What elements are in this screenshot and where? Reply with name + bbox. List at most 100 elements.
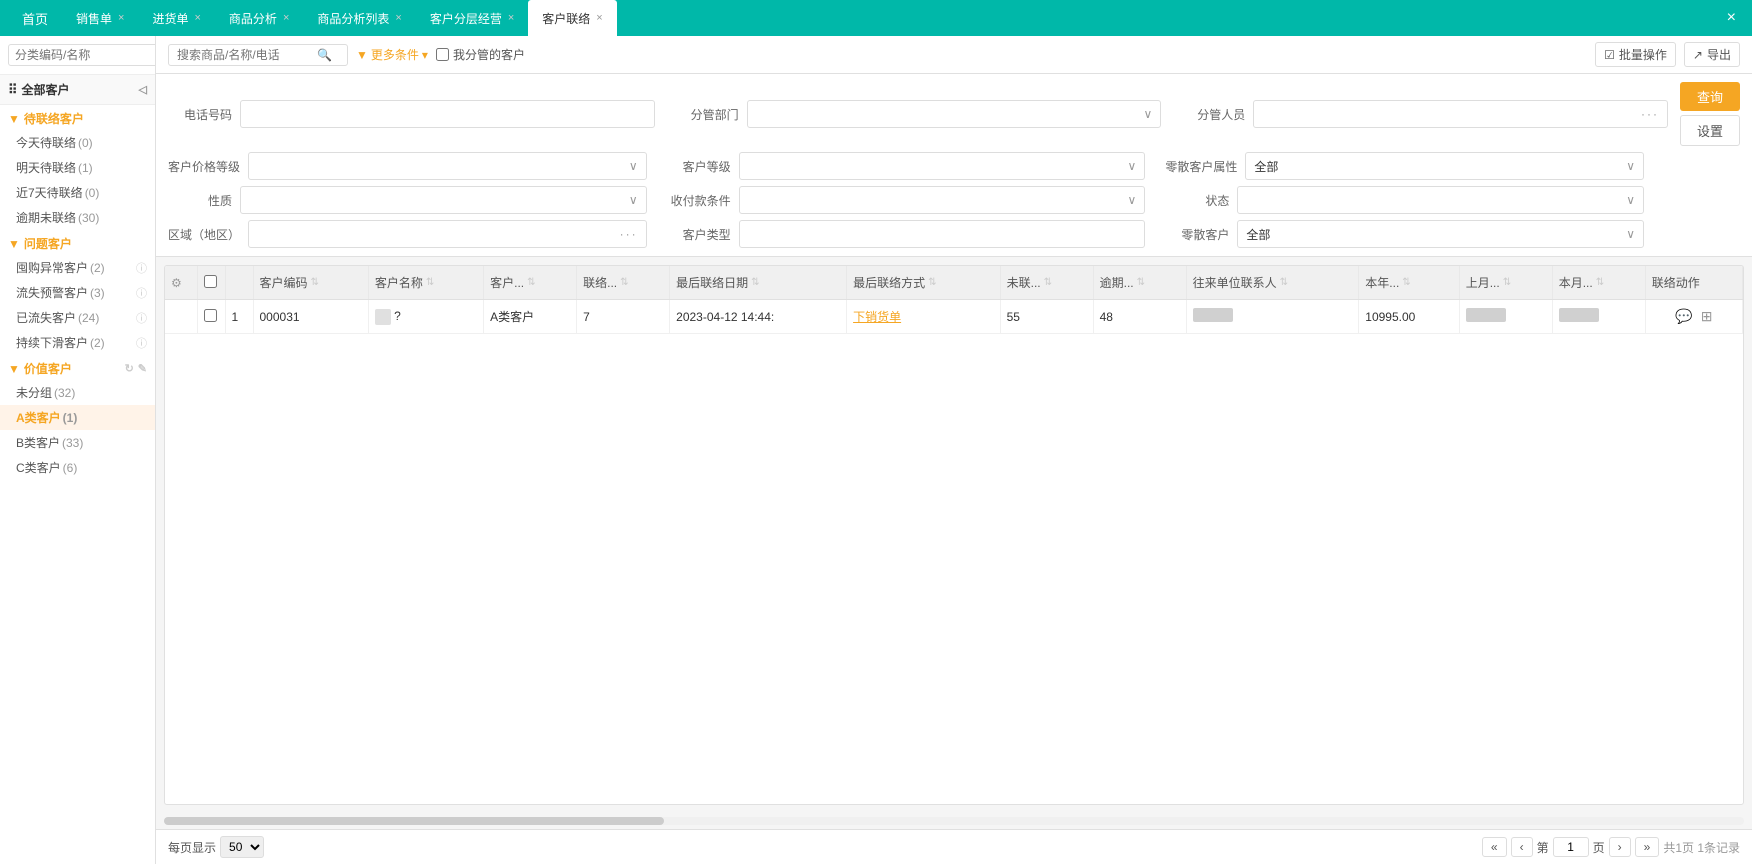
close-sales-tab[interactable]: × xyxy=(118,12,124,24)
info-icon-1[interactable]: ⓘ xyxy=(136,260,147,276)
sidebar-search-input[interactable] xyxy=(8,44,156,66)
close-customer-segmentation-tab[interactable]: × xyxy=(508,12,514,24)
query-button[interactable]: 查询 xyxy=(1680,82,1740,111)
filter-more-button[interactable]: ▼ 更多条件 ▾ xyxy=(356,46,428,63)
sidebar-item-7days-pending[interactable]: 近7天待联络 (0) xyxy=(0,180,155,205)
info-icon-3[interactable]: ⓘ xyxy=(136,310,147,326)
customer-level-select[interactable]: ∨ xyxy=(739,152,1146,180)
close-product-analysis-list-tab[interactable]: × xyxy=(395,12,401,24)
page-number-input[interactable] xyxy=(1553,837,1589,857)
sidebar-item-tomorrow-pending[interactable]: 明天待联络 (1) xyxy=(0,155,155,180)
retail-customer-select[interactable]: 全部 ∨ xyxy=(1237,220,1644,248)
sort-icon-last-month[interactable]: ⇅ xyxy=(1503,277,1511,288)
close-purchase-tab[interactable]: × xyxy=(194,12,200,24)
qr-action-icon[interactable]: ⊞ xyxy=(1701,308,1713,325)
customer-table: ⚙ 客户编码 ⇅ xyxy=(165,266,1743,334)
info-icon-4[interactable]: ⓘ xyxy=(136,335,147,351)
collapse-sidebar-icon[interactable]: ◁ xyxy=(139,83,147,96)
customer-type-input[interactable] xyxy=(739,220,1146,248)
nav-sales[interactable]: 销售单 × xyxy=(62,0,138,36)
sidebar-item-declining[interactable]: 持续下滑客户 (2) ⓘ xyxy=(0,330,155,355)
nav-product-analysis[interactable]: 商品分析 × xyxy=(215,0,303,36)
sort-icon-code[interactable]: ⇅ xyxy=(311,277,319,288)
td-customer-type: A类客户 xyxy=(484,300,577,334)
close-product-analysis-tab[interactable]: × xyxy=(283,12,289,24)
sidebar-item-churn-warning[interactable]: 流失预警客户 (3) ⓘ xyxy=(0,280,155,305)
sort-icon-unit[interactable]: ⇅ xyxy=(1280,277,1288,288)
td-index: 1 xyxy=(225,300,253,334)
close-customer-contact-tab[interactable]: × xyxy=(596,12,602,24)
horizontal-scrollbar[interactable] xyxy=(164,817,1744,825)
refresh-icon[interactable]: ↻ xyxy=(125,362,134,375)
last-page-button[interactable]: » xyxy=(1635,837,1660,857)
nav-customer-segmentation[interactable]: 客户分层经营 × xyxy=(416,0,528,36)
sort-icon-method[interactable]: ⇅ xyxy=(928,277,936,288)
sort-icon-year[interactable]: ⇅ xyxy=(1402,277,1410,288)
select-all-checkbox[interactable] xyxy=(204,275,217,288)
edit-icon[interactable]: ✎ xyxy=(138,362,147,375)
info-icon-2[interactable]: ⓘ xyxy=(136,285,147,301)
sidebar-item-churned[interactable]: 已流失客户 (24) ⓘ xyxy=(0,305,155,330)
batch-operation-button[interactable]: ☑ 批量操作 xyxy=(1595,42,1676,67)
my-customers-check[interactable] xyxy=(436,48,449,61)
sort-icon-current-month[interactable]: ⇅ xyxy=(1596,277,1604,288)
sidebar-item-unclassified[interactable]: 未分组 (32) xyxy=(0,380,155,405)
payment-terms-select[interactable]: ∨ xyxy=(739,186,1146,214)
settings-button[interactable]: 设置 xyxy=(1680,115,1740,146)
nav-home[interactable]: 首页 xyxy=(8,0,62,36)
my-customers-checkbox[interactable]: 我分管的客户 xyxy=(436,46,525,63)
next-page-button[interactable]: › xyxy=(1609,837,1631,857)
problem-customers-group[interactable]: ▼ 问题客户 xyxy=(0,230,155,255)
sidebar-search-area: 🔍 xyxy=(0,36,155,75)
sidebar-item-class-c[interactable]: C类客户 (6) xyxy=(0,455,155,480)
sort-icon-overdue[interactable]: ⇅ xyxy=(1137,277,1145,288)
td-last-contact-date: 2023-04-12 14:44: xyxy=(670,300,847,334)
nav-purchase[interactable]: 进货单 × xyxy=(138,0,214,36)
grid-icon: ⠿ xyxy=(8,82,18,98)
scroll-thumb[interactable] xyxy=(164,817,664,825)
value-customers-group[interactable]: ▼ 价值客户 ↻ ✎ xyxy=(0,355,155,380)
nature-select[interactable]: ∨ xyxy=(240,186,647,214)
settings-icon[interactable]: ⚙ xyxy=(171,276,182,290)
all-customers-header[interactable]: ⠿ 全部客户 ◁ xyxy=(0,75,155,105)
pending-contact-group[interactable]: ▼ 待联络客户 xyxy=(0,105,155,130)
sort-icon-type[interactable]: ⇅ xyxy=(527,277,535,288)
manager-select[interactable]: ··· xyxy=(1253,100,1668,128)
td-no-contact: 55 xyxy=(1000,300,1093,334)
filter-icon: ▼ xyxy=(356,48,368,62)
chevron-down-icon4: ∨ xyxy=(1128,159,1137,173)
global-close-button[interactable]: × xyxy=(1719,9,1744,27)
sort-icon-name[interactable]: ⇅ xyxy=(426,277,434,288)
sidebar-item-overdue-no-contact[interactable]: 逾期未联络 (30) xyxy=(0,205,155,230)
phone-input[interactable] xyxy=(240,100,655,128)
retail-attr-field: 零散客户属性 全部 ∨ xyxy=(1165,152,1644,180)
sidebar-item-class-a[interactable]: A类客户 (1) xyxy=(0,405,155,430)
sidebar-item-hoarding-anomaly[interactable]: 囤购异常客户 (2) ⓘ xyxy=(0,255,155,280)
filter-search-input[interactable] xyxy=(177,48,317,62)
per-page-select[interactable]: 50 xyxy=(220,836,264,858)
retail-customer-field: 零散客户 全部 ∨ xyxy=(1165,220,1644,248)
chevron-down-icon3: ∨ xyxy=(629,159,638,173)
nav-product-analysis-list[interactable]: 商品分析列表 × xyxy=(303,0,415,36)
price-level-select[interactable]: ∨ xyxy=(248,152,647,180)
payment-terms-field: 收付款条件 ∨ xyxy=(667,186,1146,214)
region-select[interactable]: ··· xyxy=(248,220,647,248)
sidebar-item-today-pending[interactable]: 今天待联络 (0) xyxy=(0,130,155,155)
chat-action-icon[interactable]: 💬 xyxy=(1675,308,1692,325)
status-select[interactable]: ∨ xyxy=(1237,186,1644,214)
prev-page-button[interactable]: ‹ xyxy=(1511,837,1533,857)
last-contact-method-link[interactable]: 下销货单 xyxy=(853,310,901,324)
first-page-button[interactable]: « xyxy=(1482,837,1507,857)
department-select[interactable]: ∨ xyxy=(747,100,1162,128)
sidebar-item-class-b[interactable]: B类客户 (33) xyxy=(0,430,155,455)
retail-attr-select[interactable]: 全部 ∨ xyxy=(1245,152,1644,180)
nav-customer-contact[interactable]: 客户联络 × xyxy=(528,0,616,36)
export-button[interactable]: ↗ 导出 xyxy=(1684,42,1740,67)
top-navigation: 首页 销售单 × 进货单 × 商品分析 × 商品分析列表 × 客户分层经营 × … xyxy=(0,0,1752,36)
row-checkbox[interactable] xyxy=(204,309,217,322)
sort-icon-no-contact[interactable]: ⇅ xyxy=(1044,277,1052,288)
sort-icon-contact[interactable]: ⇅ xyxy=(620,277,628,288)
filter-search-icon[interactable]: 🔍 xyxy=(317,48,332,62)
sort-icon-date[interactable]: ⇅ xyxy=(751,277,759,288)
arrow-down-icon2: ▼ xyxy=(8,237,20,251)
